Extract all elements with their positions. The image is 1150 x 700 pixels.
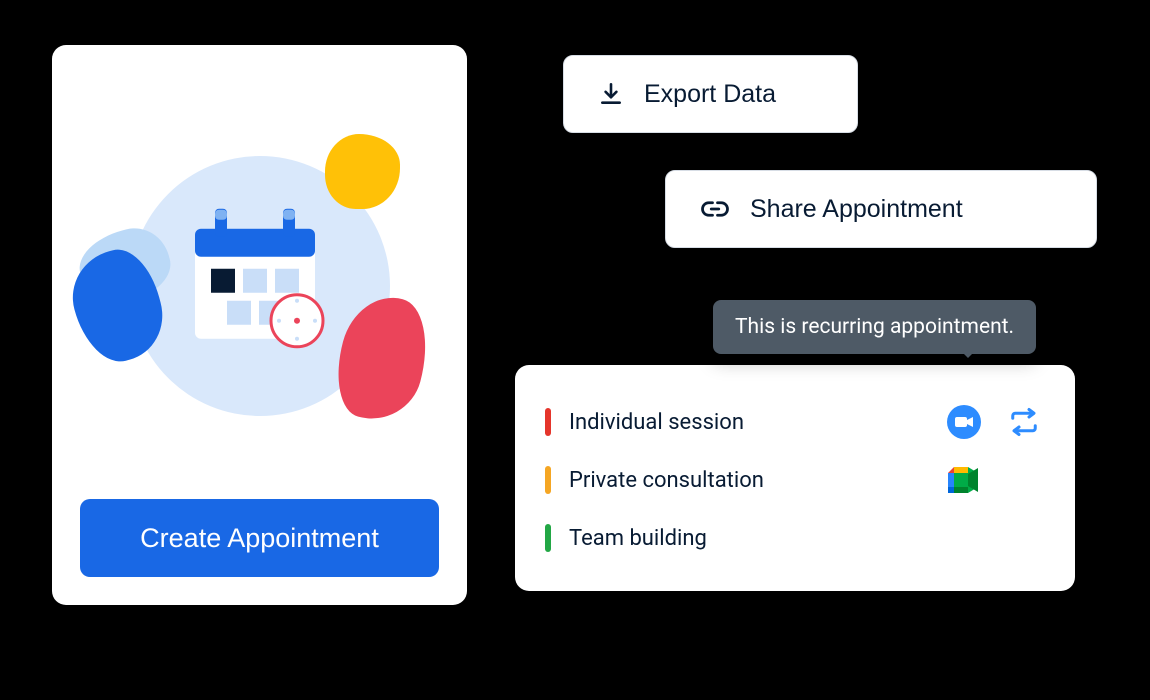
appointment-list-card: Individual session Private consultation xyxy=(515,365,1075,591)
calendar-illustration xyxy=(80,73,439,499)
create-appointment-card: Create Appointment xyxy=(52,45,467,605)
appointment-label: Team building xyxy=(569,526,925,551)
repeat-icon[interactable] xyxy=(1009,407,1039,437)
recurring-tooltip: This is recurring appointment. xyxy=(713,300,1036,354)
list-item[interactable]: Private consultation xyxy=(545,451,1045,509)
list-item[interactable]: Team building xyxy=(545,509,1045,567)
google-meet-icon xyxy=(948,467,980,493)
appointment-label: Individual session xyxy=(569,410,925,435)
color-bar xyxy=(545,524,551,552)
zoom-icon xyxy=(947,405,981,439)
list-item[interactable]: Individual session xyxy=(545,393,1045,451)
share-appointment-label: Share Appointment xyxy=(750,195,963,224)
link-icon xyxy=(700,194,730,224)
color-bar xyxy=(545,466,551,494)
appointment-label: Private consultation xyxy=(569,468,925,493)
export-data-button[interactable]: Export Data xyxy=(563,55,858,133)
download-icon xyxy=(598,81,624,107)
export-data-label: Export Data xyxy=(644,80,776,109)
create-appointment-button[interactable]: Create Appointment xyxy=(80,499,439,577)
color-bar xyxy=(545,408,551,436)
share-appointment-button[interactable]: Share Appointment xyxy=(665,170,1097,248)
calendar-icon xyxy=(185,201,335,356)
